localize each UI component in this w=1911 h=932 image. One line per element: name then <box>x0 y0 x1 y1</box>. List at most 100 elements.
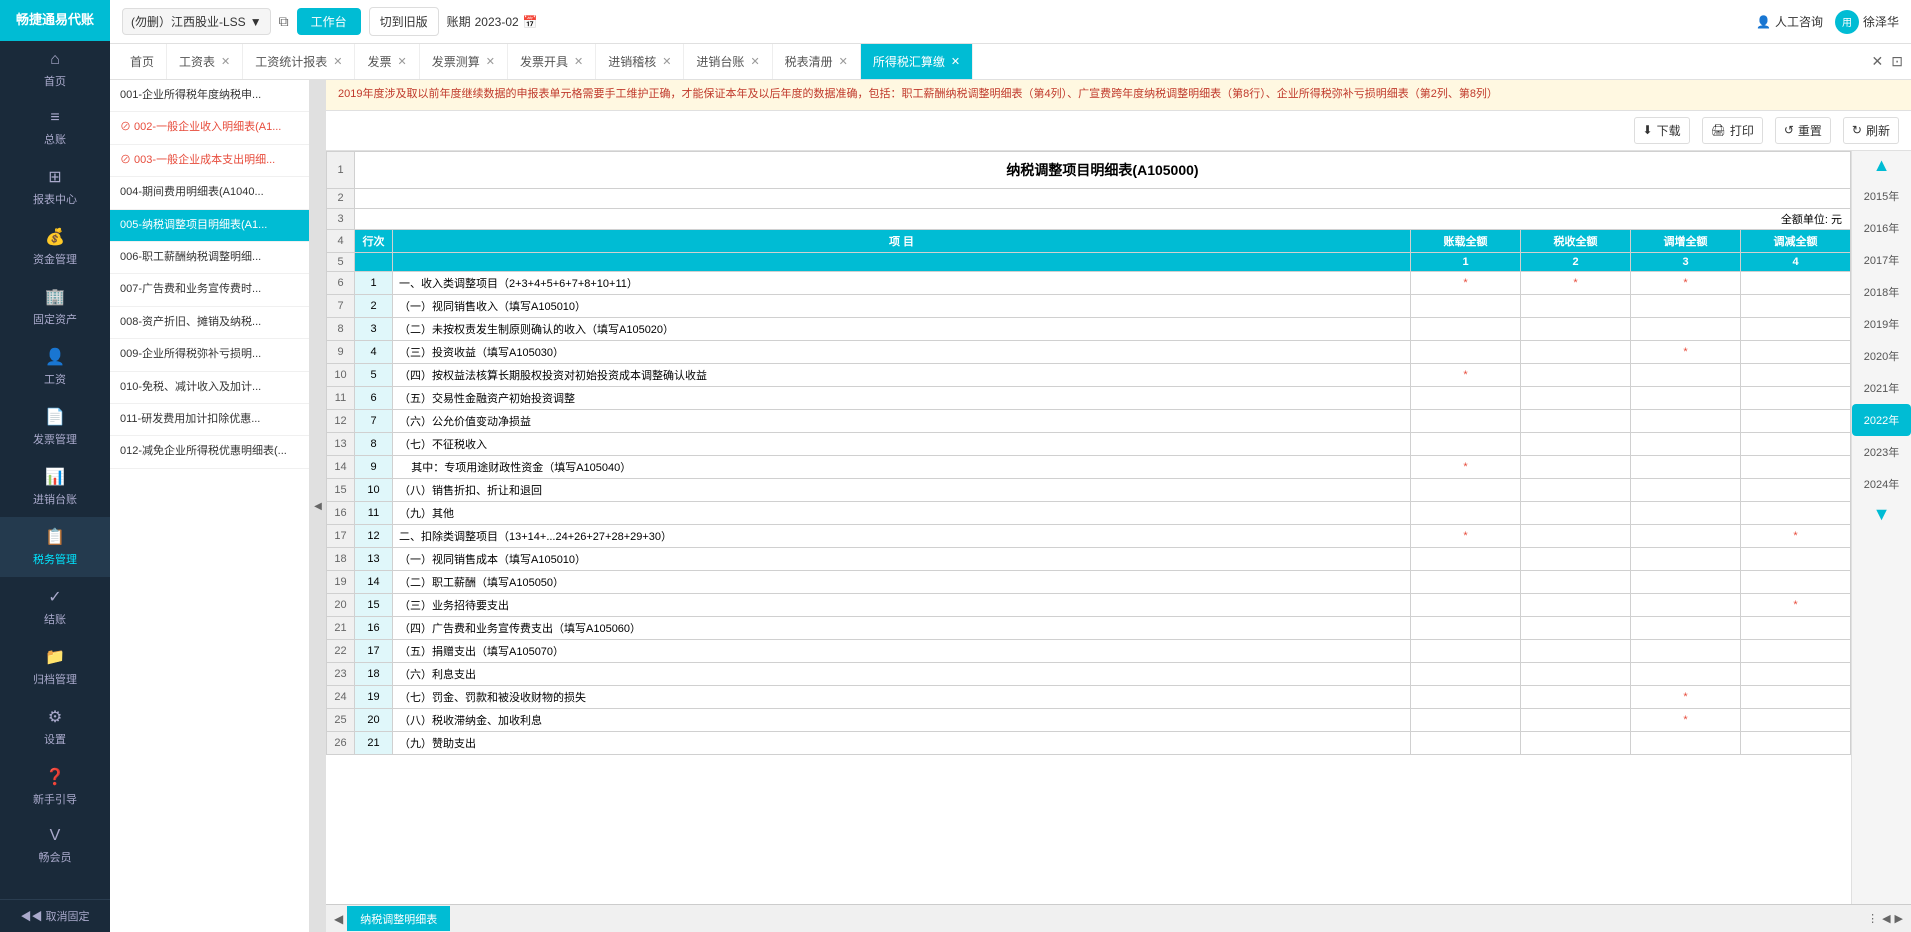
v1-7[interactable] <box>1411 409 1521 432</box>
sidebar-item-finance[interactable]: 💰 资金管理 <box>0 217 110 277</box>
item-13[interactable]: （一）视同销售成本（填写A105010） <box>393 547 1411 570</box>
tab-home[interactable]: 首页 <box>118 44 167 80</box>
v3-12[interactable] <box>1631 524 1741 547</box>
download-button[interactable]: ⬇ 下载 <box>1634 117 1690 144</box>
year-2022[interactable]: 2022年 <box>1852 404 1911 436</box>
tab-close-salary-report[interactable]: ✕ <box>333 55 342 68</box>
v1-6[interactable] <box>1411 386 1521 409</box>
v2-4[interactable] <box>1521 340 1631 363</box>
tab-salary[interactable]: 工资表✕ <box>167 44 243 80</box>
v1-2[interactable] <box>1411 294 1521 317</box>
scroll-right-icon[interactable]: ▶ <box>1895 912 1903 925</box>
item-4[interactable]: （三）投资收益（填写A105030） <box>393 340 1411 363</box>
v2-12[interactable] <box>1521 524 1631 547</box>
v3-14[interactable] <box>1631 570 1741 593</box>
v2-14[interactable] <box>1521 570 1631 593</box>
tab-close-income-tax[interactable]: ✕ <box>951 55 960 68</box>
year-2019[interactable]: 2019年 <box>1852 308 1911 340</box>
year-2024[interactable]: 2024年 <box>1852 468 1911 500</box>
sidebar-item-invoice[interactable]: 📄 发票管理 <box>0 397 110 457</box>
tab-tax-forms[interactable]: 税表清册✕ <box>773 44 861 80</box>
v4-21[interactable] <box>1741 731 1851 754</box>
v4-16[interactable] <box>1741 616 1851 639</box>
tab-close-purchase-ledger[interactable]: ✕ <box>750 55 759 68</box>
sheet-nav-left[interactable]: ◀ <box>334 912 343 926</box>
item-12[interactable]: 二、扣除类调整项目（13+14+...24+26+27+28+29+30） <box>393 524 1411 547</box>
left-item-004[interactable]: 004-期间费用明细表(A1040... <box>110 177 309 209</box>
tab-close-invoice-calc[interactable]: ✕ <box>486 55 495 68</box>
tab-purchase-check[interactable]: 进销稽核✕ <box>596 44 684 80</box>
v1-15[interactable] <box>1411 593 1521 616</box>
item-7[interactable]: （六）公允价值变动净损益 <box>393 409 1411 432</box>
v4-19[interactable] <box>1741 685 1851 708</box>
sidebar-item-assets[interactable]: 🏢 固定资产 <box>0 277 110 337</box>
v4-1[interactable] <box>1741 271 1851 294</box>
v3-4[interactable]: * <box>1631 340 1741 363</box>
item-21[interactable]: （九）赞助支出 <box>393 731 1411 754</box>
year-2018[interactable]: 2018年 <box>1852 276 1911 308</box>
v1-21[interactable] <box>1411 731 1521 754</box>
v3-11[interactable] <box>1631 501 1741 524</box>
restore-window-icon[interactable]: ⊡ <box>1891 53 1903 70</box>
workbench-button[interactable]: 工作台 <box>297 8 361 35</box>
year-scroll-down[interactable]: ▼ <box>1869 500 1895 529</box>
v2-16[interactable] <box>1521 616 1631 639</box>
item-9[interactable]: 其中：专项用途财政性资金（填写A105040） <box>393 455 1411 478</box>
v3-2[interactable] <box>1631 294 1741 317</box>
year-2017[interactable]: 2017年 <box>1852 244 1911 276</box>
sidebar-item-close[interactable]: ✓ 结账 <box>0 577 110 637</box>
v1-18[interactable] <box>1411 662 1521 685</box>
tab-invoice[interactable]: 发票✕ <box>355 44 419 80</box>
v2-13[interactable] <box>1521 547 1631 570</box>
sidebar-item-settings[interactable]: ⚙ 设置 <box>0 697 110 757</box>
company-selector[interactable]: (勿删）江西股业-LSS ▼ <box>122 8 271 35</box>
item-16[interactable]: （四）广告费和业务宣传费支出（填写A105060） <box>393 616 1411 639</box>
item-11[interactable]: （九）其他 <box>393 501 1411 524</box>
tab-salary-report[interactable]: 工资统计报表✕ <box>243 44 355 80</box>
v4-13[interactable] <box>1741 547 1851 570</box>
reset-button[interactable]: ↺ 重置 <box>1775 117 1831 144</box>
tab-close-purchase-check[interactable]: ✕ <box>662 55 671 68</box>
item-20[interactable]: （八）税收滞纳金、加收利息 <box>393 708 1411 731</box>
left-item-007[interactable]: 007-广告费和业务宣传费时... <box>110 274 309 306</box>
v4-4[interactable] <box>1741 340 1851 363</box>
v4-3[interactable] <box>1741 317 1851 340</box>
sidebar-item-tax[interactable]: 📋 税务管理 <box>0 517 110 577</box>
v3-1[interactable]: * <box>1631 271 1741 294</box>
year-2016[interactable]: 2016年 <box>1852 212 1911 244</box>
print-button[interactable]: 🖨 打印 <box>1702 117 1763 144</box>
left-item-001[interactable]: 001-企业所得税年度纳税申... <box>110 80 309 112</box>
v4-10[interactable] <box>1741 478 1851 501</box>
item-2[interactable]: （一）视同销售收入（填写A105010） <box>393 294 1411 317</box>
sidebar-item-salary[interactable]: 👤 工资 <box>0 337 110 397</box>
v4-8[interactable] <box>1741 432 1851 455</box>
tab-purchase-ledger[interactable]: 进销台账✕ <box>684 44 772 80</box>
left-item-009[interactable]: 009-企业所得税弥补亏损明... <box>110 339 309 371</box>
left-item-012[interactable]: 012-减免企业所得税优惠明细表(... <box>110 436 309 468</box>
item-15[interactable]: （三）业务招待要支出 <box>393 593 1411 616</box>
sheet-tab-tax-adjust[interactable]: 纳税调整明细表 <box>347 906 450 931</box>
v1-19[interactable] <box>1411 685 1521 708</box>
item-17[interactable]: （五）捐赠支出（填写A105070） <box>393 639 1411 662</box>
v3-17[interactable] <box>1631 639 1741 662</box>
left-item-010[interactable]: 010-免税、减计收入及加计... <box>110 372 309 404</box>
unpin-button[interactable]: ◀◀ 取消固定 <box>0 899 110 932</box>
sidebar-item-purchase[interactable]: 📊 进销台账 <box>0 457 110 517</box>
v2-1[interactable]: * <box>1521 271 1631 294</box>
sidebar-item-member[interactable]: V 畅会员 <box>0 817 110 875</box>
v1-17[interactable] <box>1411 639 1521 662</box>
tab-close-invoice-open[interactable]: ✕ <box>574 55 583 68</box>
tab-invoice-calc[interactable]: 发票测算✕ <box>420 44 508 80</box>
item-18[interactable]: （六）利息支出 <box>393 662 1411 685</box>
v4-2[interactable] <box>1741 294 1851 317</box>
item-10[interactable]: （八）销售折扣、折让和退回 <box>393 478 1411 501</box>
v2-5[interactable] <box>1521 363 1631 386</box>
copy-icon[interactable]: ⧉ <box>279 13 289 30</box>
v2-19[interactable] <box>1521 685 1631 708</box>
tab-invoice-open[interactable]: 发票开具✕ <box>508 44 596 80</box>
v3-13[interactable] <box>1631 547 1741 570</box>
item-8[interactable]: （七）不征税收入 <box>393 432 1411 455</box>
year-scroll-up[interactable]: ▲ <box>1869 151 1895 180</box>
year-2023[interactable]: 2023年 <box>1852 436 1911 468</box>
v2-2[interactable] <box>1521 294 1631 317</box>
